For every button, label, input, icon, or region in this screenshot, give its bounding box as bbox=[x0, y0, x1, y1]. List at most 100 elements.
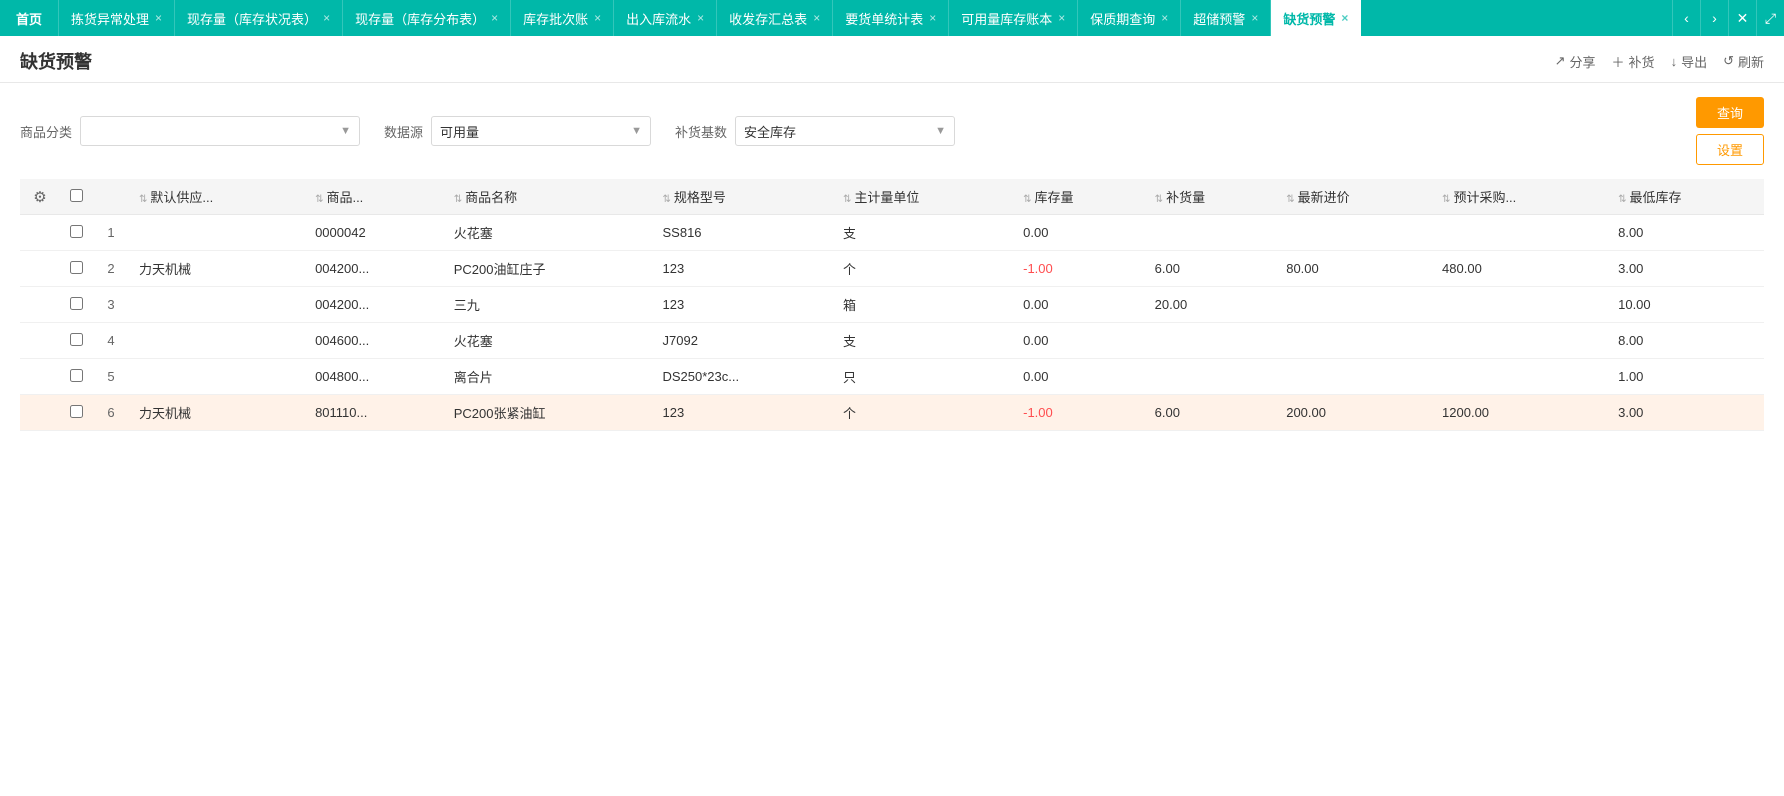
col-header-stock[interactable]: ⇅库存量 bbox=[1013, 179, 1145, 215]
tab-available-ledger[interactable]: 可用量库存账本× bbox=[949, 0, 1078, 36]
select-all-checkbox[interactable] bbox=[70, 189, 83, 202]
tab-defect-handling[interactable]: 拣货异常处理× bbox=[59, 0, 175, 36]
tab-close-overstock-warning[interactable]: × bbox=[1251, 11, 1258, 25]
tab-close-order-stats[interactable]: × bbox=[929, 11, 936, 25]
cell-product_name-4: 火花塞 bbox=[444, 323, 653, 359]
tab-batch-account[interactable]: 库存批次账× bbox=[511, 0, 614, 36]
row-checkbox-4[interactable] bbox=[70, 333, 83, 346]
tab-in-out-flow[interactable]: 出入库流水× bbox=[614, 0, 717, 36]
cell-product_name-3: 三九 bbox=[444, 287, 653, 323]
sort-icon-product_code: ⇅ bbox=[315, 194, 323, 205]
tab-inventory-status[interactable]: 现存量（库存状况表）× bbox=[175, 0, 343, 36]
col-header-product_code[interactable]: ⇅商品... bbox=[305, 179, 444, 215]
share-icon: ↗ bbox=[1555, 53, 1566, 69]
cell-est_purchase-2: 480.00 bbox=[1432, 251, 1608, 287]
row-num-5: 5 bbox=[93, 359, 129, 395]
tab-expiry-query[interactable]: 保质期查询× bbox=[1078, 0, 1181, 36]
cell-restock_qty-6: 6.00 bbox=[1145, 395, 1277, 431]
cell-latest_price-1 bbox=[1276, 215, 1432, 251]
query-button[interactable]: 查询 bbox=[1696, 97, 1764, 128]
row-checkbox-cell-6 bbox=[60, 395, 93, 431]
tab-prev-btn[interactable]: ‹ bbox=[1672, 0, 1700, 36]
cell-restock_qty-1 bbox=[1145, 215, 1277, 251]
tab-nav-buttons: ‹ › ✕ ⤢ bbox=[1672, 0, 1784, 36]
cell-product_code-1: 0000042 bbox=[305, 215, 444, 251]
tab-close-shortage-warning[interactable]: × bbox=[1341, 11, 1348, 25]
row-checkbox-5[interactable] bbox=[70, 369, 83, 382]
row-checkbox-1[interactable] bbox=[70, 225, 83, 238]
row-num-4: 4 bbox=[93, 323, 129, 359]
datasource-select[interactable]: 可用量 ▼ bbox=[431, 116, 651, 146]
tab-close-btn[interactable]: ✕ bbox=[1728, 0, 1756, 36]
restock-button[interactable]: ＋补货 bbox=[1612, 52, 1655, 71]
row-checkbox-3[interactable] bbox=[70, 297, 83, 310]
cell-spec-4: J7092 bbox=[653, 323, 834, 359]
cell-est_purchase-4 bbox=[1432, 323, 1608, 359]
tab-close-in-out-flow[interactable]: × bbox=[697, 11, 704, 25]
tab-close-inventory-status[interactable]: × bbox=[323, 11, 330, 25]
sort-icon-product_name: ⇅ bbox=[454, 194, 462, 205]
category-select[interactable]: ▼ bbox=[80, 116, 360, 146]
cell-default_supplier-4 bbox=[129, 323, 305, 359]
sort-icon-stock: ⇅ bbox=[1023, 194, 1031, 205]
sort-icon-restock_qty: ⇅ bbox=[1155, 194, 1163, 205]
refresh-button[interactable]: ↺刷新 bbox=[1723, 52, 1764, 71]
col-header-unit[interactable]: ⇅主计量单位 bbox=[833, 179, 1013, 215]
settings-button[interactable]: 设置 bbox=[1696, 134, 1764, 165]
col-header-restock_qty[interactable]: ⇅补货量 bbox=[1145, 179, 1277, 215]
tab-inventory-dist[interactable]: 现存量（库存分布表）× bbox=[343, 0, 511, 36]
tab-fullscreen-btn[interactable]: ⤢ bbox=[1756, 0, 1784, 36]
refresh-icon: ↺ bbox=[1723, 53, 1734, 69]
row-settings-3 bbox=[20, 287, 60, 323]
cell-spec-3: 123 bbox=[653, 287, 834, 323]
row-settings-5 bbox=[20, 359, 60, 395]
share-button[interactable]: ↗分享 bbox=[1555, 52, 1596, 71]
tab-receipt-summary[interactable]: 收发存汇总表× bbox=[717, 0, 833, 36]
tab-next-btn[interactable]: › bbox=[1700, 0, 1728, 36]
tab-close-inventory-dist[interactable]: × bbox=[491, 11, 498, 25]
cell-min_stock-3: 10.00 bbox=[1608, 287, 1764, 323]
refresh-label: 刷新 bbox=[1738, 52, 1764, 71]
cell-stock-5: 0.00 bbox=[1013, 359, 1145, 395]
col-header-settings: ⚙ bbox=[20, 179, 60, 215]
col-header-product_name[interactable]: ⇅商品名称 bbox=[444, 179, 653, 215]
tab-order-stats[interactable]: 要货单统计表× bbox=[833, 0, 949, 36]
tab-close-available-ledger[interactable]: × bbox=[1058, 11, 1065, 25]
tab-close-batch-account[interactable]: × bbox=[594, 11, 601, 25]
col-header-min_stock[interactable]: ⇅最低库存 bbox=[1608, 179, 1764, 215]
cell-min_stock-1: 8.00 bbox=[1608, 215, 1764, 251]
cell-default_supplier-1 bbox=[129, 215, 305, 251]
page-header: 缺货预警 ↗分享＋补货↓导出↺刷新 bbox=[0, 36, 1784, 83]
row-settings-4 bbox=[20, 323, 60, 359]
row-checkbox-cell-1 bbox=[60, 215, 93, 251]
row-checkbox-6[interactable] bbox=[70, 405, 83, 418]
col-header-latest_price[interactable]: ⇅最新进价 bbox=[1276, 179, 1432, 215]
cell-restock_qty-2: 6.00 bbox=[1145, 251, 1277, 287]
datasource-arrow-icon: ▼ bbox=[631, 125, 642, 137]
cell-spec-1: SS816 bbox=[653, 215, 834, 251]
cell-default_supplier-2: 力天机械 bbox=[129, 251, 305, 287]
sort-icon-min_stock: ⇅ bbox=[1618, 194, 1626, 205]
cell-product_code-2: 004200... bbox=[305, 251, 444, 287]
tab-close-defect-handling[interactable]: × bbox=[155, 11, 162, 25]
col-header-default_supplier[interactable]: ⇅默认供应... bbox=[129, 179, 305, 215]
col-header-est_purchase[interactable]: ⇅预计采购... bbox=[1432, 179, 1608, 215]
tab-home[interactable]: 首页 bbox=[0, 0, 59, 36]
cell-unit-1: 支 bbox=[833, 215, 1013, 251]
row-checkbox-2[interactable] bbox=[70, 261, 83, 274]
tab-overstock-warning[interactable]: 超储预警× bbox=[1181, 0, 1271, 36]
cell-product_name-2: PC200油缸庄子 bbox=[444, 251, 653, 287]
filter-group-datasource: 数据源 可用量 ▼ bbox=[384, 116, 651, 146]
cell-stock-4: 0.00 bbox=[1013, 323, 1145, 359]
cell-latest_price-4 bbox=[1276, 323, 1432, 359]
restock-basis-select[interactable]: 安全库存 ▼ bbox=[735, 116, 955, 146]
tab-close-expiry-query[interactable]: × bbox=[1161, 11, 1168, 25]
tab-shortage-warning[interactable]: 缺货预警× bbox=[1271, 0, 1361, 36]
cell-product_code-6: 801110... bbox=[305, 395, 444, 431]
restock-basis-value: 安全库存 bbox=[744, 122, 796, 141]
col-header-spec[interactable]: ⇅规格型号 bbox=[653, 179, 834, 215]
tab-close-receipt-summary[interactable]: × bbox=[813, 11, 820, 25]
settings-gear-icon[interactable]: ⚙ bbox=[33, 189, 46, 206]
cell-min_stock-4: 8.00 bbox=[1608, 323, 1764, 359]
export-button[interactable]: ↓导出 bbox=[1671, 52, 1708, 71]
